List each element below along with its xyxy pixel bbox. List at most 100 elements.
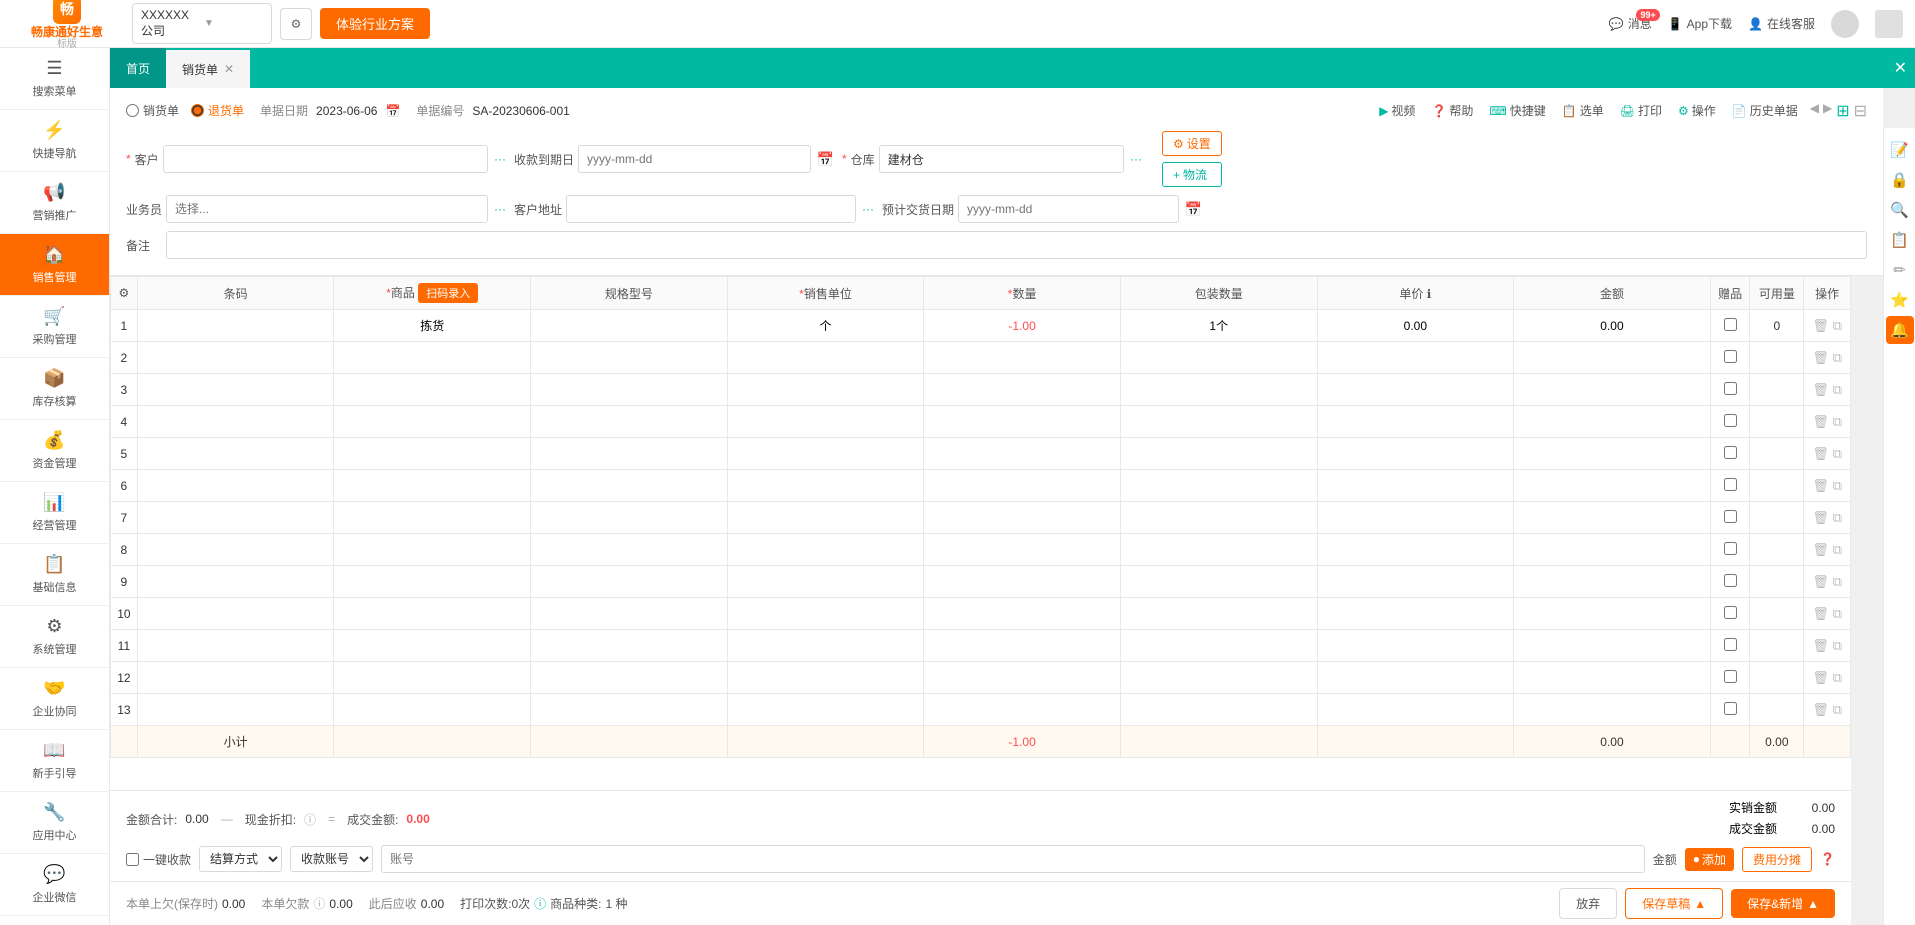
cell-gift[interactable]: [1710, 534, 1750, 566]
grid-view-icon[interactable]: ⊞: [1836, 101, 1849, 121]
cell-amount[interactable]: [1514, 598, 1711, 630]
sidebar-item-search[interactable]: ☰ 搜索菜单: [0, 48, 109, 110]
unit-input[interactable]: [732, 383, 920, 397]
cell-gift[interactable]: [1710, 470, 1750, 502]
cell-unit[interactable]: [727, 374, 924, 406]
cell-unit[interactable]: [727, 310, 924, 342]
pkgqty-input[interactable]: [1125, 415, 1313, 429]
th-settings[interactable]: ⚙: [111, 277, 138, 310]
app-download-item[interactable]: 📱 App下载: [1668, 15, 1732, 32]
copy-row-icon[interactable]: ⧉: [1833, 574, 1842, 590]
cell-gift[interactable]: [1710, 598, 1750, 630]
amount-input[interactable]: [1518, 543, 1706, 557]
one-click-pay-check[interactable]: 一键收款: [126, 851, 191, 868]
cell-unit[interactable]: [727, 630, 924, 662]
cell-barcode[interactable]: [137, 310, 334, 342]
delete-row-icon[interactable]: 🗑: [1812, 606, 1829, 622]
barcode-input[interactable]: [142, 479, 330, 493]
right-icon-note[interactable]: 📝: [1886, 136, 1914, 164]
gift-checkbox[interactable]: [1724, 542, 1737, 555]
save-new-btn[interactable]: 保存&新增 ▲: [1731, 889, 1835, 918]
price-input[interactable]: [1322, 383, 1510, 397]
cell-price[interactable]: [1317, 534, 1514, 566]
cell-barcode[interactable]: [137, 694, 334, 726]
cell-spec[interactable]: [531, 566, 728, 598]
cell-amount[interactable]: [1514, 438, 1711, 470]
barcode-input[interactable]: [142, 639, 330, 653]
qty-input[interactable]: [928, 383, 1116, 397]
cell-amount[interactable]: [1514, 342, 1711, 374]
cell-unit[interactable]: [727, 534, 924, 566]
cell-qty[interactable]: [924, 342, 1121, 374]
product-input[interactable]: [338, 447, 526, 461]
copy-row-icon[interactable]: ⧉: [1833, 606, 1842, 622]
qty-input[interactable]: [928, 415, 1116, 429]
unit-input[interactable]: [732, 479, 920, 493]
due-date-calendar-icon[interactable]: 📅: [817, 151, 834, 168]
cell-amount[interactable]: [1514, 310, 1711, 342]
cell-price[interactable]: [1317, 310, 1514, 342]
product-input[interactable]: [338, 671, 526, 685]
cell-qty[interactable]: [924, 470, 1121, 502]
cell-pkgqty[interactable]: [1120, 342, 1317, 374]
cell-spec[interactable]: [531, 342, 728, 374]
close-tab-icon[interactable]: ✕: [1894, 58, 1907, 78]
product-input[interactable]: [338, 318, 526, 332]
spec-input[interactable]: [535, 447, 723, 461]
copy-row-icon[interactable]: ⧉: [1833, 542, 1842, 558]
cell-pkgqty[interactable]: [1120, 630, 1317, 662]
price-input[interactable]: [1322, 511, 1510, 525]
pkgqty-input[interactable]: [1125, 479, 1313, 493]
amount-input[interactable]: [1518, 479, 1706, 493]
next-icon[interactable]: ▶: [1823, 101, 1832, 121]
qty-input[interactable]: [928, 671, 1116, 685]
customer-dots-icon[interactable]: ···: [494, 152, 506, 166]
gift-checkbox[interactable]: [1724, 414, 1737, 427]
pkgqty-input[interactable]: [1125, 543, 1313, 557]
copy-row-icon[interactable]: ⧉: [1833, 478, 1842, 494]
price-input[interactable]: [1322, 575, 1510, 589]
unit-input[interactable]: [732, 351, 920, 365]
amount-input[interactable]: [1518, 415, 1706, 429]
cell-price[interactable]: [1317, 342, 1514, 374]
cell-pkgqty[interactable]: [1120, 406, 1317, 438]
barcode-input[interactable]: [142, 447, 330, 461]
unit-input[interactable]: [732, 447, 920, 461]
amount-input[interactable]: [1518, 351, 1706, 365]
overdue-info-icon[interactable]: ⓘ: [313, 895, 325, 912]
cell-spec[interactable]: [531, 662, 728, 694]
spec-input[interactable]: [535, 479, 723, 493]
gift-checkbox[interactable]: [1724, 670, 1737, 683]
cell-barcode[interactable]: [137, 342, 334, 374]
price-input[interactable]: [1322, 543, 1510, 557]
settings-button[interactable]: ⚙: [280, 8, 312, 40]
sidebar-item-quick-nav[interactable]: ⚡ 快捷导航: [0, 110, 109, 172]
delivery-date-input[interactable]: [958, 195, 1179, 223]
product-input[interactable]: [338, 543, 526, 557]
qty-input[interactable]: [928, 575, 1116, 589]
cell-gift[interactable]: [1710, 502, 1750, 534]
unit-input[interactable]: [732, 671, 920, 685]
cell-barcode[interactable]: [137, 406, 334, 438]
barcode-input[interactable]: [142, 671, 330, 685]
sidebar-item-operations[interactable]: 📊 经营管理: [0, 482, 109, 544]
cell-amount[interactable]: [1514, 374, 1711, 406]
cell-spec[interactable]: [531, 534, 728, 566]
qty-input[interactable]: [928, 319, 1116, 333]
cell-product[interactable]: [334, 630, 531, 662]
cell-barcode[interactable]: [137, 598, 334, 630]
copy-row-icon[interactable]: ⧉: [1833, 446, 1842, 462]
product-input[interactable]: [338, 607, 526, 621]
cell-pkgqty[interactable]: [1120, 566, 1317, 598]
cell-qty[interactable]: [924, 598, 1121, 630]
pkgqty-input[interactable]: [1125, 671, 1313, 685]
unit-input[interactable]: [732, 543, 920, 557]
copy-row-icon[interactable]: ⧉: [1833, 638, 1842, 654]
cell-qty[interactable]: [924, 694, 1121, 726]
help-btn[interactable]: ❓ 帮助: [1427, 100, 1477, 121]
date-calendar-icon[interactable]: 📅: [385, 104, 400, 118]
amount-input[interactable]: [1518, 639, 1706, 653]
cell-spec[interactable]: [531, 598, 728, 630]
spec-input[interactable]: [535, 383, 723, 397]
cell-unit[interactable]: [727, 502, 924, 534]
